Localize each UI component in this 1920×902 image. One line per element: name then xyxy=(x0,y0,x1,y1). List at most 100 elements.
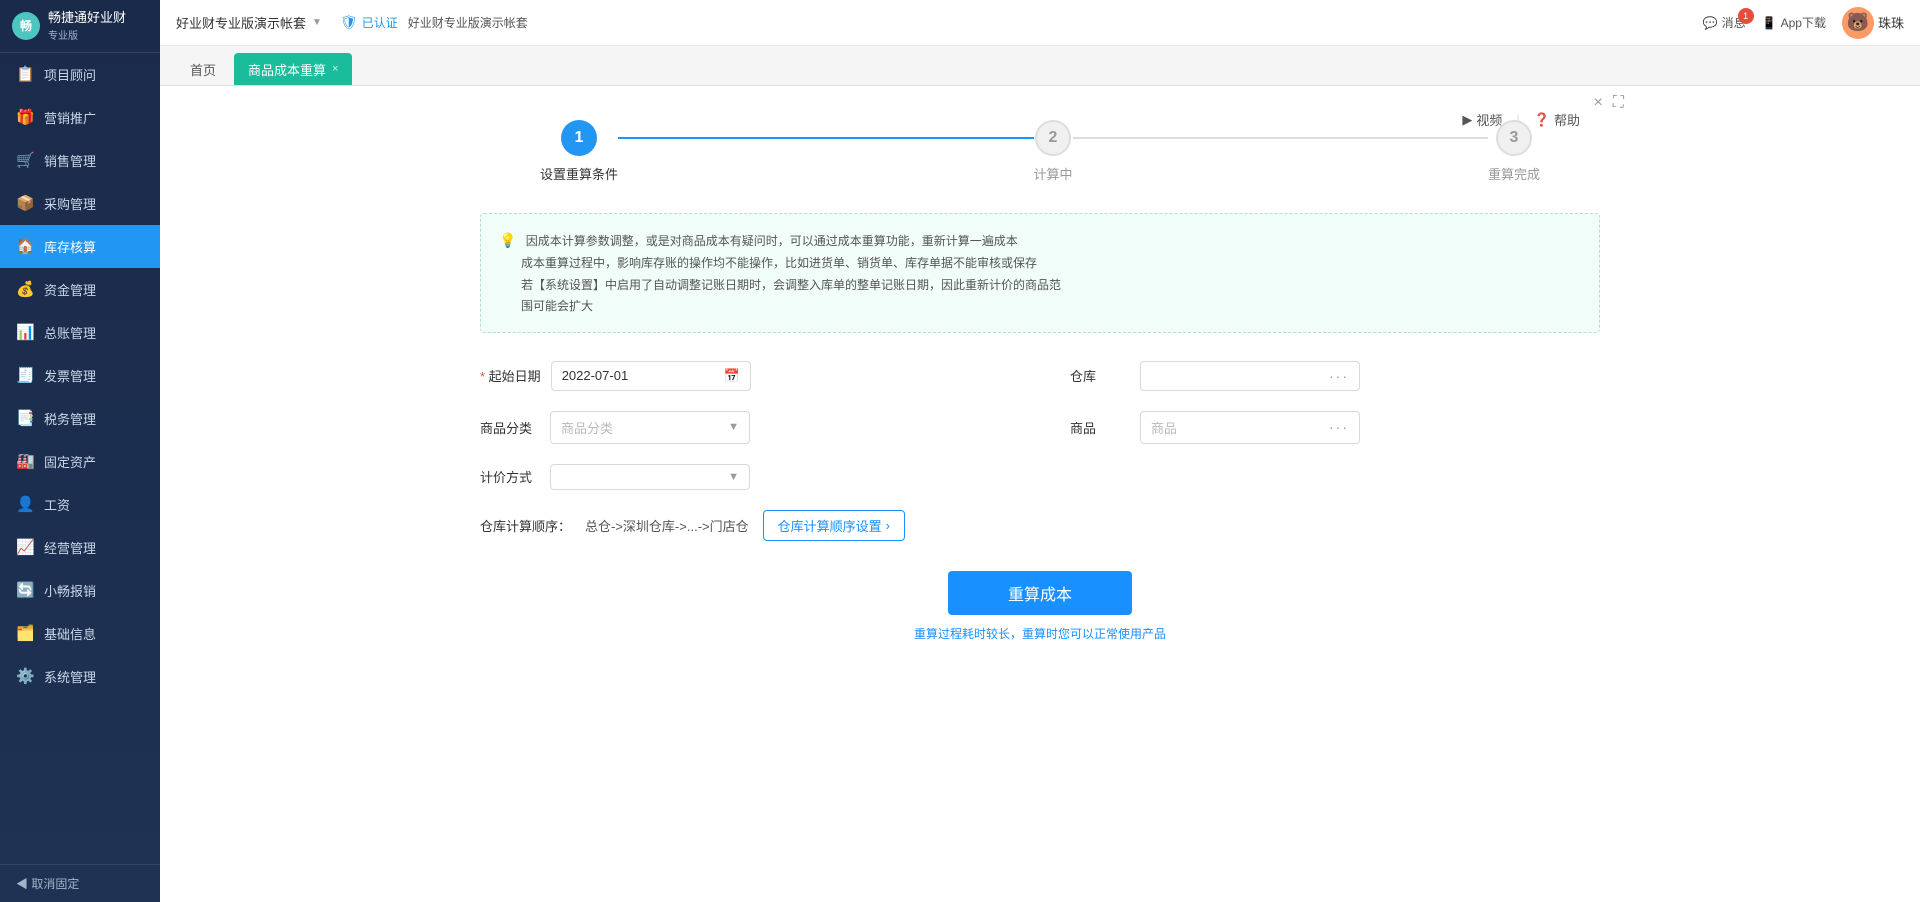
topbar: 好业财专业版演示帐套 ▼ 🛡 已认证 好业财专业版演示帐套 💬 消息 1 📱 A… xyxy=(160,0,1920,46)
start-date-label: 起始日期 xyxy=(480,366,541,385)
sidebar: 畅 畅捷通好业财 专业版 📋 项目顾问 🎁 营销推广 🛒 销售管理 📦 采购管理… xyxy=(0,0,160,902)
tab-cost[interactable]: 商品成本重算 × xyxy=(234,53,352,85)
user-avatar[interactable]: 🐻 珠珠 xyxy=(1842,7,1904,39)
price-method-chevron-icon: ▼ xyxy=(728,471,739,483)
sidebar-item-xcbc[interactable]: 🔄 小畅报销 xyxy=(0,569,160,612)
close-button[interactable]: × xyxy=(1593,94,1602,112)
step-3-label: 重算完成 xyxy=(1488,164,1540,183)
verified-account-name: 好业财专业版演示帐套 xyxy=(408,14,528,31)
steps: 1 设置重算条件 2 计算中 3 重算完成 xyxy=(540,120,1540,183)
sidebar-item-cggl[interactable]: 📦 采购管理 xyxy=(0,182,160,225)
price-method-label: 计价方式 xyxy=(480,467,540,486)
shield-icon: 🛡 xyxy=(340,14,358,31)
sidebar-item-zzgl[interactable]: 📊 总账管理 xyxy=(0,311,160,354)
form-row-3: 计价方式 ▼ xyxy=(480,464,1600,490)
sidebar-item-xsgl[interactable]: 🛒 销售管理 xyxy=(0,139,160,182)
sidebar-item-swgl[interactable]: 📑 税务管理 xyxy=(0,397,160,440)
jygl-icon: 📈 xyxy=(16,538,34,556)
sidebar-item-fpgl[interactable]: 🧾 发票管理 xyxy=(0,354,160,397)
warehouse-input[interactable]: ··· xyxy=(1140,361,1360,391)
sidebar-item-xm[interactable]: 📋 项目顾问 xyxy=(0,53,160,96)
sidebar-item-yxtg[interactable]: 🎁 营销推广 xyxy=(0,96,160,139)
start-date-value: 2022-07-01 xyxy=(562,368,716,383)
main-panel: 好业财专业版演示帐套 ▼ 🛡 已认证 好业财专业版演示帐套 💬 消息 1 📱 A… xyxy=(160,0,1920,902)
info-line-3: 若【系统设置】中启用了自动调整记账日期时，会调整入库单的整单记账日期，因此重新计… xyxy=(499,275,1581,297)
price-method-select[interactable]: ▼ xyxy=(550,464,750,490)
yxtg-icon: 🎁 xyxy=(16,108,34,126)
content-area: ▶ 视频 | ❓ 帮助 × ⛶ 1 设置重算 xyxy=(160,86,1920,902)
window-controls: × ⛶ xyxy=(1593,94,1624,112)
avatar: 🐻 xyxy=(1842,7,1874,39)
question-icon: ❓ xyxy=(1534,112,1550,128)
account-chevron-icon: ▼ xyxy=(312,17,322,28)
warehouse-order-settings-button[interactable]: 仓库计算顺序设置 › xyxy=(763,510,905,541)
app-download-button[interactable]: 📱 App下载 xyxy=(1762,14,1826,31)
sidebar-logo: 畅 畅捷通好业财 专业版 xyxy=(0,0,160,53)
category-chevron-icon: ▼ xyxy=(728,421,739,433)
cggl-icon: 📦 xyxy=(16,194,34,212)
info-box: 💡 因成本计算参数调整，或是对商品成本有疑问时，可以通过成本重算功能，重新计算一… xyxy=(480,213,1600,333)
sidebar-item-gz[interactable]: 👤 工资 xyxy=(0,483,160,526)
sidebar-item-jcxx[interactable]: 🗂️ 基础信息 xyxy=(0,612,160,655)
chevron-right-icon: › xyxy=(886,518,890,533)
category-select[interactable]: 商品分类 ▼ xyxy=(550,411,750,444)
warehouse-dots-icon: ··· xyxy=(1329,368,1349,384)
gz-icon: 👤 xyxy=(16,495,34,513)
form-row-1: 起始日期 2022-07-01 📅 仓库 ··· xyxy=(480,361,1600,391)
warehouse-order-value: 总仓->深圳仓库->...->门店仓 xyxy=(585,516,749,535)
product-label: 商品 xyxy=(1070,418,1130,437)
submit-hint: 重算过程耗时较长，重算时您可以正常使用产品 xyxy=(914,625,1166,642)
help-link[interactable]: ❓ 帮助 xyxy=(1534,110,1580,129)
expand-button[interactable]: ⛶ xyxy=(1613,94,1624,112)
warehouse-order-row: 仓库计算顺序： 总仓->深圳仓库->...->门店仓 仓库计算顺序设置 › xyxy=(480,510,1600,541)
submit-area: 重算成本 重算过程耗时较长，重算时您可以正常使用产品 xyxy=(480,571,1600,642)
zjgl-icon: 💰 xyxy=(16,280,34,298)
connector-1 xyxy=(618,137,1033,139)
video-link[interactable]: ▶ 视频 xyxy=(1462,110,1502,129)
category-placeholder: 商品分类 xyxy=(561,418,613,437)
step-2-circle: 2 xyxy=(1035,120,1071,156)
tab-close-icon[interactable]: × xyxy=(332,63,338,75)
info-line-1: 💡 因成本计算参数调整，或是对商品成本有疑问时，可以通过成本重算功能，重新计算一… xyxy=(499,228,1581,253)
xcbc-icon: 🔄 xyxy=(16,581,34,599)
sidebar-item-kchk[interactable]: 🏠 库存核算 xyxy=(0,225,160,268)
step-1: 1 设置重算条件 xyxy=(540,120,618,183)
sidebar-item-jygl[interactable]: 📈 经营管理 xyxy=(0,526,160,569)
account-selector[interactable]: 好业财专业版演示帐套 ▼ xyxy=(176,13,322,32)
xm-icon: 📋 xyxy=(16,65,34,83)
kchk-icon: 🏠 xyxy=(16,237,34,255)
bulb-icon: 💡 xyxy=(499,228,516,253)
topbar-actions: 💬 消息 1 📱 App下载 🐻 珠珠 xyxy=(1703,7,1904,39)
warehouse-order-label: 仓库计算顺序： xyxy=(480,516,571,535)
step-2-label: 计算中 xyxy=(1034,164,1073,183)
play-icon: ▶ xyxy=(1462,112,1472,128)
gdzy-icon: 🏭 xyxy=(16,452,34,470)
swgl-icon: 📑 xyxy=(16,409,34,427)
start-date-input[interactable]: 2022-07-01 📅 xyxy=(551,361,751,391)
logo-icon: 畅 xyxy=(12,12,40,40)
step-2: 2 计算中 xyxy=(1034,120,1073,183)
tab-home[interactable]: 首页 xyxy=(176,53,230,85)
sidebar-item-xtgl[interactable]: ⚙️ 系统管理 xyxy=(0,655,160,698)
warehouse-label: 仓库 xyxy=(1070,366,1130,385)
tabs-bar: 首页 商品成本重算 × xyxy=(160,46,1920,86)
step-3-circle: 3 xyxy=(1496,120,1532,156)
sidebar-item-zjgl[interactable]: 💰 资金管理 xyxy=(0,268,160,311)
sidebar-unpin[interactable]: ◀ 取消固定 xyxy=(0,864,160,902)
recalculate-button[interactable]: 重算成本 xyxy=(948,571,1132,615)
xsgl-icon: 🛒 xyxy=(16,151,34,169)
sidebar-item-gdzy[interactable]: 🏭 固定资产 xyxy=(0,440,160,483)
message-button[interactable]: 💬 消息 1 xyxy=(1703,14,1746,31)
phone-icon: 📱 xyxy=(1762,16,1777,30)
info-line-4: 围可能会扩大 xyxy=(499,296,1581,318)
calendar-icon[interactable]: 📅 xyxy=(724,368,740,384)
step-3: 3 重算完成 xyxy=(1488,120,1540,183)
message-badge: 1 xyxy=(1738,8,1754,24)
field-warehouse: 仓库 ··· xyxy=(1070,361,1600,391)
category-label: 商品分类 xyxy=(480,418,540,437)
field-start-date: 起始日期 2022-07-01 📅 xyxy=(480,361,1010,391)
logo-text: 畅捷通好业财 专业版 xyxy=(48,10,126,42)
jcxx-icon: 🗂️ xyxy=(16,624,34,642)
product-input[interactable]: 商品 ··· xyxy=(1140,411,1360,444)
connector-2 xyxy=(1073,137,1488,139)
